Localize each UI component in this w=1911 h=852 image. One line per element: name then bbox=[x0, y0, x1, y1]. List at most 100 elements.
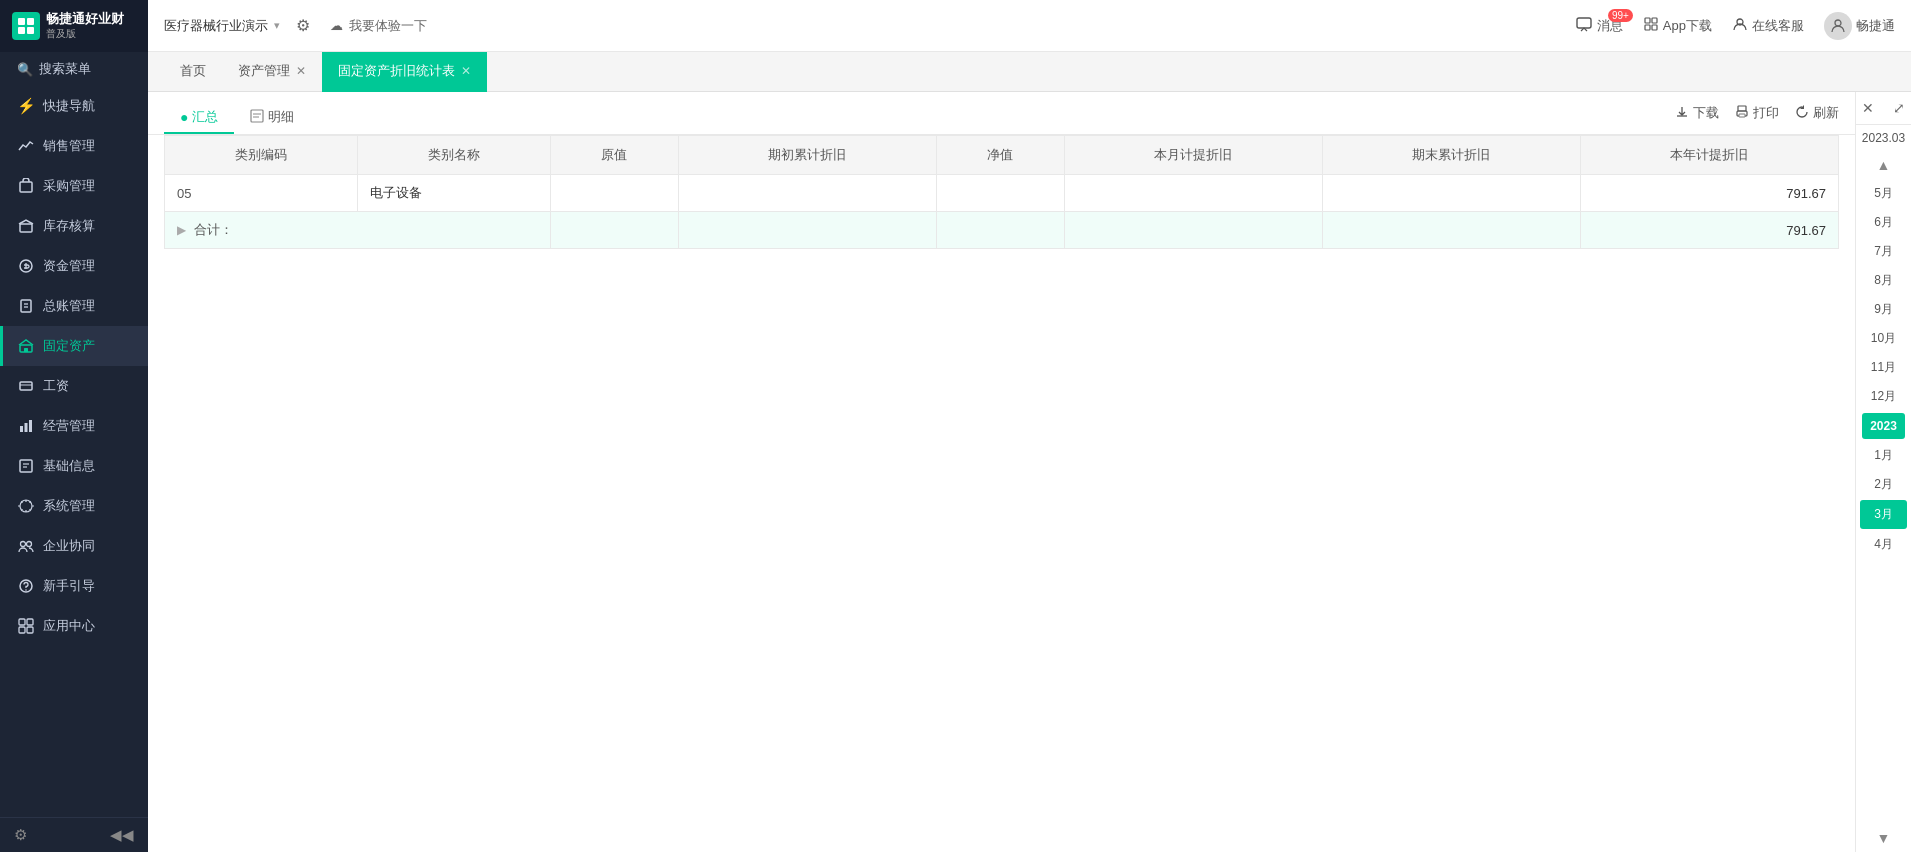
sidebar-item-sales[interactable]: 销售管理 bbox=[0, 126, 148, 166]
tab-asset-mgmt-close[interactable]: ✕ bbox=[296, 64, 306, 78]
svg-rect-16 bbox=[29, 420, 32, 432]
svg-rect-11 bbox=[24, 348, 28, 352]
online-service-button[interactable]: 在线客服 bbox=[1732, 16, 1804, 35]
month-item-9[interactable]: 9月 bbox=[1856, 295, 1911, 324]
sidebar-item-label: 销售管理 bbox=[43, 137, 95, 155]
svg-point-23 bbox=[25, 589, 27, 591]
svg-rect-1 bbox=[27, 18, 34, 25]
svg-rect-2 bbox=[18, 27, 25, 34]
app-download-icon bbox=[1643, 16, 1659, 35]
panel-close-button[interactable]: ✕ bbox=[1862, 100, 1874, 116]
cell-annual: 791.67 bbox=[1580, 175, 1838, 212]
col-annual: 本年计提折旧 bbox=[1580, 136, 1838, 175]
summary-monthly bbox=[1064, 212, 1322, 249]
tab-asset-mgmt[interactable]: 资产管理 ✕ bbox=[222, 52, 322, 92]
cell-initial-acc bbox=[678, 175, 936, 212]
quick-nav-icon: ⚡ bbox=[17, 97, 35, 115]
svg-rect-5 bbox=[20, 224, 32, 232]
download-button[interactable]: 下载 bbox=[1675, 104, 1719, 122]
month-list: 5月 6月 7月 8月 9月 10月 11月 12月 2023 1月 2月 3月… bbox=[1856, 179, 1911, 824]
refresh-button[interactable]: 刷新 bbox=[1795, 104, 1839, 122]
sidebar-item-purchase[interactable]: 采购管理 bbox=[0, 166, 148, 206]
cell-net bbox=[936, 175, 1064, 212]
panel-year-label: 2023.03 bbox=[1856, 125, 1911, 151]
summary-icon: ▶ bbox=[177, 223, 186, 237]
svg-rect-26 bbox=[19, 627, 25, 633]
sidebar-header: 畅捷通好业财 普及版 bbox=[0, 0, 148, 52]
subtab-detail-icon bbox=[250, 109, 264, 126]
user-menu[interactable]: 畅捷通 bbox=[1824, 12, 1895, 40]
experience-button[interactable]: ☁ 我要体验一下 bbox=[330, 17, 427, 35]
payroll-icon bbox=[17, 377, 35, 395]
month-item-6[interactable]: 6月 bbox=[1856, 208, 1911, 237]
sidebar-item-app-center[interactable]: 应用中心 bbox=[0, 606, 148, 646]
svg-rect-29 bbox=[1645, 18, 1650, 23]
sidebar-item-label: 采购管理 bbox=[43, 177, 95, 195]
svg-rect-0 bbox=[18, 18, 25, 25]
panel-nav-up[interactable]: ▲ bbox=[1856, 151, 1911, 179]
month-item-2[interactable]: 2月 bbox=[1856, 470, 1911, 499]
system-icon bbox=[17, 497, 35, 515]
svg-rect-32 bbox=[1652, 25, 1657, 30]
search-menu-label: 搜索菜单 bbox=[39, 60, 91, 78]
svg-rect-14 bbox=[20, 426, 23, 432]
sidebar-item-fixed-assets[interactable]: 固定资产 bbox=[0, 326, 148, 366]
sidebar-item-basic-info[interactable]: 基础信息 bbox=[0, 446, 148, 486]
month-item-8[interactable]: 8月 bbox=[1856, 266, 1911, 295]
month-item-12[interactable]: 12月 bbox=[1856, 382, 1911, 411]
month-item-5[interactable]: 5月 bbox=[1856, 179, 1911, 208]
svg-point-34 bbox=[1835, 20, 1841, 26]
sidebar-item-label: 经营管理 bbox=[43, 417, 95, 435]
tab-depreciation[interactable]: 固定资产折旧统计表 ✕ bbox=[322, 52, 487, 92]
print-button[interactable]: 打印 bbox=[1735, 104, 1779, 122]
month-item-7[interactable]: 7月 bbox=[1856, 237, 1911, 266]
svg-rect-40 bbox=[1739, 114, 1745, 117]
month-item-10[interactable]: 10月 bbox=[1856, 324, 1911, 353]
subtab-detail-label: 明细 bbox=[268, 108, 294, 126]
svg-rect-17 bbox=[20, 460, 32, 472]
sidebar-item-payroll[interactable]: 工资 bbox=[0, 366, 148, 406]
tab-home[interactable]: 首页 bbox=[164, 52, 222, 92]
sidebar-item-cooperation[interactable]: 企业协同 bbox=[0, 526, 148, 566]
panel-nav-down[interactable]: ▼ bbox=[1856, 824, 1911, 852]
tab-depreciation-close[interactable]: ✕ bbox=[461, 64, 471, 78]
subtab-summary[interactable]: ● 汇总 bbox=[164, 102, 234, 134]
sidebar-item-funds[interactable]: 资金管理 bbox=[0, 246, 148, 286]
company-selector[interactable]: 医疗器械行业演示 ▾ bbox=[164, 17, 280, 35]
depreciation-table: 类别编码 类别名称 原值 期初累计折旧 净值 本月计提折旧 期末累计折旧 本年计… bbox=[164, 135, 1839, 249]
panel-expand-button[interactable]: ⤢ bbox=[1893, 100, 1905, 116]
month-item-4[interactable]: 4月 bbox=[1856, 530, 1911, 559]
cell-original bbox=[550, 175, 678, 212]
month-item-11[interactable]: 11月 bbox=[1856, 353, 1911, 382]
refresh-label: 刷新 bbox=[1813, 104, 1839, 122]
search-menu[interactable]: 🔍 搜索菜单 bbox=[0, 52, 148, 86]
app-download-button[interactable]: App下载 bbox=[1643, 16, 1712, 35]
message-button[interactable]: 消息 99+ bbox=[1575, 15, 1623, 36]
sidebar-item-operations[interactable]: 经营管理 bbox=[0, 406, 148, 446]
svg-point-21 bbox=[27, 542, 32, 547]
month-item-1[interactable]: 1月 bbox=[1856, 441, 1911, 470]
sidebar-item-label: 总账管理 bbox=[43, 297, 95, 315]
settings-footer-icon[interactable]: ⚙ bbox=[14, 826, 27, 844]
online-service-icon bbox=[1732, 16, 1748, 35]
sidebar-nav: ⚡ 快捷导航 销售管理 采购管理 库存核算 资金管理 bbox=[0, 86, 148, 817]
sidebar-item-guide[interactable]: 新手引导 bbox=[0, 566, 148, 606]
sidebar-item-quick-nav[interactable]: ⚡ 快捷导航 bbox=[0, 86, 148, 126]
sidebar-item-ledger[interactable]: 总账管理 bbox=[0, 286, 148, 326]
funds-icon bbox=[17, 257, 35, 275]
topbar-settings-icon[interactable]: ⚙ bbox=[296, 16, 310, 35]
subtab-detail[interactable]: 明细 bbox=[234, 102, 310, 134]
table-row: 05 电子设备 791.67 bbox=[165, 175, 1839, 212]
month-item-3-active[interactable]: 3月 bbox=[1860, 500, 1907, 529]
inventory-icon bbox=[17, 217, 35, 235]
sidebar-item-system[interactable]: 系统管理 bbox=[0, 486, 148, 526]
summary-original bbox=[550, 212, 678, 249]
svg-rect-28 bbox=[1577, 18, 1591, 28]
col-end-acc: 期末累计折旧 bbox=[1322, 136, 1580, 175]
collapse-sidebar-button[interactable]: ◀◀ bbox=[110, 826, 134, 844]
download-icon bbox=[1675, 105, 1689, 122]
sidebar-item-inventory[interactable]: 库存核算 bbox=[0, 206, 148, 246]
cooperation-icon bbox=[17, 537, 35, 555]
sidebar-item-label: 库存核算 bbox=[43, 217, 95, 235]
sidebar-item-label: 基础信息 bbox=[43, 457, 95, 475]
